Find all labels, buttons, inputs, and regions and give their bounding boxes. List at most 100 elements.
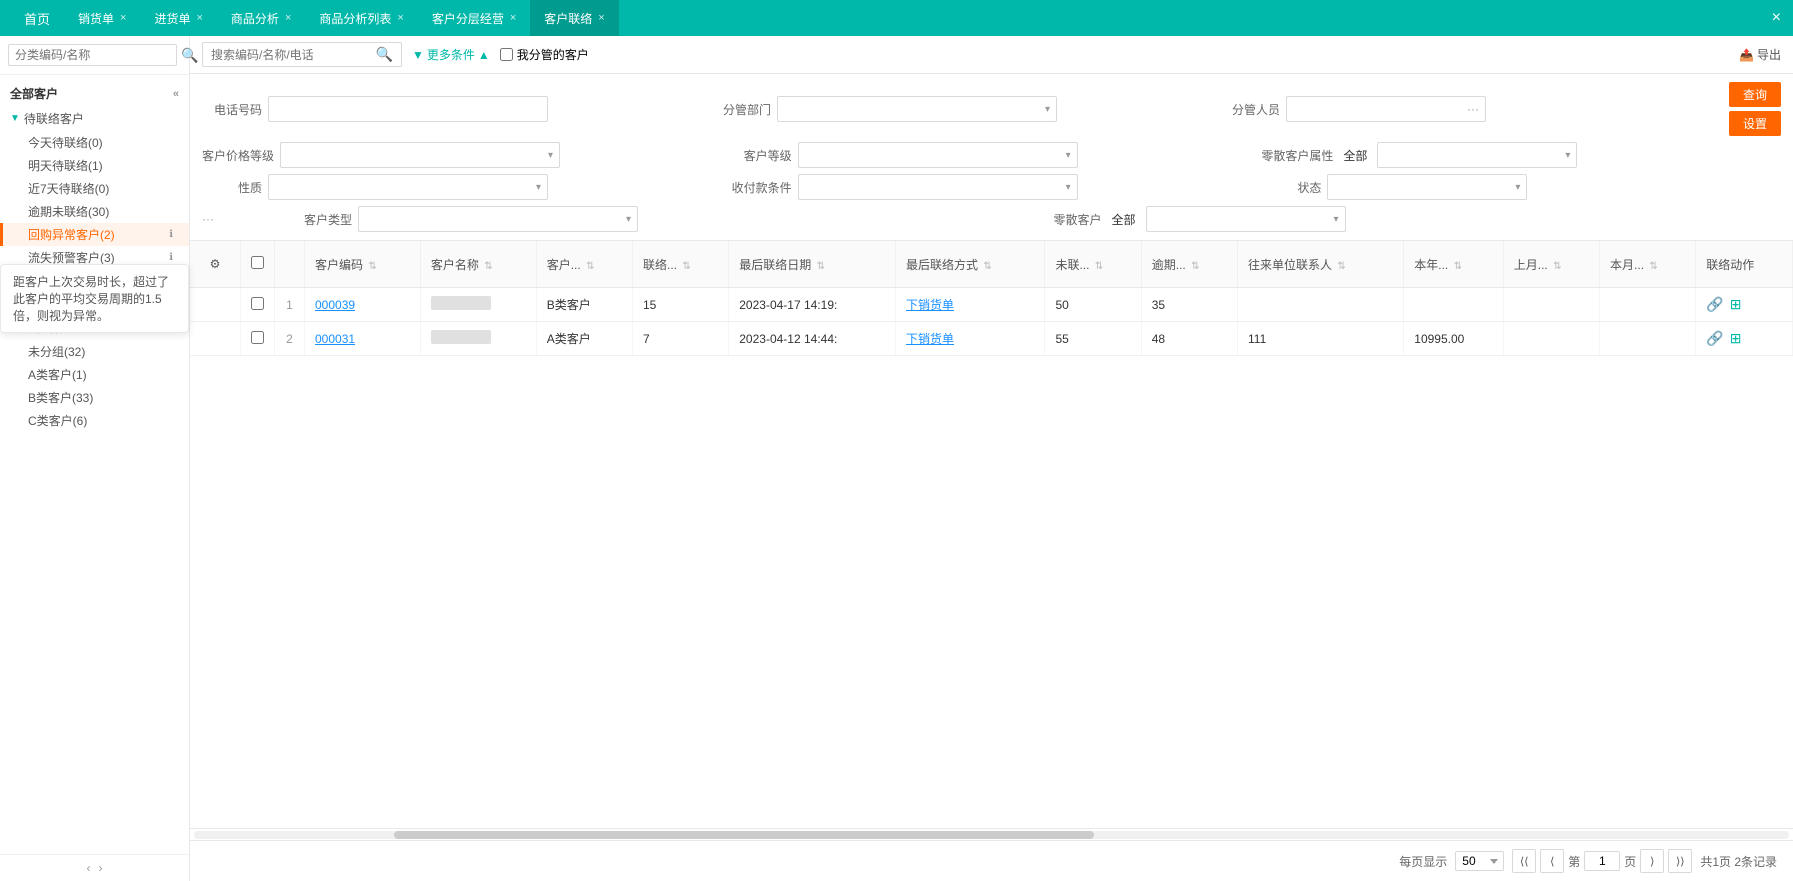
all-customers-header[interactable]: 全部客户 « xyxy=(0,81,189,106)
close-sales-tab[interactable]: × xyxy=(120,12,126,24)
sidebar-next-icon[interactable]: › xyxy=(99,861,103,875)
row2-grid-action[interactable]: ⊞ xyxy=(1730,330,1742,347)
row2-last-method-link[interactable]: 下销货单 xyxy=(906,332,954,346)
main-search-input[interactable] xyxy=(211,48,376,62)
last-method-sort-icon: ⇅ xyxy=(983,261,991,272)
last-page-button[interactable]: ⟩⟩ xyxy=(1668,849,1692,873)
sidebar-item-ungroup[interactable]: 未分组(32) xyxy=(0,340,189,363)
customer-type-select[interactable]: ▾ xyxy=(358,206,638,232)
col-check[interactable] xyxy=(241,241,275,288)
dept-select[interactable]: ▾ xyxy=(777,96,1057,122)
sidebar-item-c-class[interactable]: C类客户(6) xyxy=(0,409,189,432)
row2-last-method[interactable]: 下销货单 xyxy=(896,322,1045,356)
first-page-button[interactable]: ⟨⟨ xyxy=(1512,849,1536,873)
retail-attr-select[interactable]: ▾ xyxy=(1377,142,1577,168)
status-select[interactable]: ▾ xyxy=(1327,174,1527,200)
page-number-input[interactable] xyxy=(1584,851,1620,871)
row2-check-cell[interactable] xyxy=(241,322,275,356)
sidebar-item-7days[interactable]: 近7天待联络(0) xyxy=(0,177,189,200)
sidebar-search-icon[interactable]: 🔍 xyxy=(181,47,198,64)
scrollbar-thumb[interactable] xyxy=(394,831,1094,839)
manager-select[interactable]: ··· xyxy=(1286,96,1486,122)
row2-code[interactable]: 000031 xyxy=(305,322,421,356)
sidebar-item-tomorrow[interactable]: 明天待联络(1) xyxy=(0,154,189,177)
nature-select[interactable]: ▾ xyxy=(268,174,548,200)
repurchase-info-icon: ℹ xyxy=(169,229,173,240)
horizontal-scrollbar[interactable] xyxy=(190,828,1793,840)
retail-customer-select[interactable]: ▾ xyxy=(1146,206,1346,232)
sidebar-prev-icon[interactable]: ‹ xyxy=(87,861,91,875)
sidebar-bottom-nav: ‹ › xyxy=(0,854,189,881)
nav-customer-tier[interactable]: 客户分层经营 × xyxy=(418,0,530,36)
col-num xyxy=(275,241,305,288)
more-filter-button[interactable]: ▼ 更多条件 ▲ xyxy=(412,46,490,63)
col-this-year[interactable]: 本年... ⇅ xyxy=(1404,241,1504,288)
my-customer-checkbox-wrap[interactable]: 我分管的客户 xyxy=(500,46,589,63)
nav-home[interactable]: 首页 xyxy=(10,0,64,36)
col-this-month[interactable]: 本月... ⇅ xyxy=(1600,241,1696,288)
col-overdue[interactable]: 逾期... ⇅ xyxy=(1141,241,1237,288)
expand-filters-dots[interactable]: ··· xyxy=(202,212,214,226)
manager-label: 分管人员 xyxy=(1220,101,1280,118)
row1-checkbox[interactable] xyxy=(251,297,264,310)
close-product-list-tab[interactable]: × xyxy=(397,12,403,24)
settings-button[interactable]: 设置 xyxy=(1729,111,1781,136)
col-contact[interactable]: 联络... ⇅ xyxy=(632,241,728,288)
customer-level-select[interactable]: ▾ xyxy=(798,142,1078,168)
col-last-month[interactable]: 上月... ⇅ xyxy=(1503,241,1599,288)
col-name[interactable]: 客户名称 ⇅ xyxy=(420,241,536,288)
next-page-button[interactable]: ⟩ xyxy=(1640,849,1664,873)
manager-select-dots[interactable]: ··· xyxy=(1467,102,1479,116)
row2-link-action[interactable]: 🔗 xyxy=(1706,330,1723,347)
sidebar-item-a-class[interactable]: A类客户(1) xyxy=(0,363,189,386)
price-level-select[interactable]: ▾ xyxy=(280,142,560,168)
close-product-analysis-tab[interactable]: × xyxy=(285,12,291,24)
nav-sales[interactable]: 销货单 × xyxy=(64,0,140,36)
collapse-sidebar-icon[interactable]: « xyxy=(173,88,179,100)
scrollbar-track[interactable] xyxy=(194,831,1789,839)
row2-code-link[interactable]: 000031 xyxy=(315,332,355,346)
sidebar-item-today[interactable]: 今天待联络(0) xyxy=(0,131,189,154)
nav-purchase[interactable]: 进货单 × xyxy=(140,0,216,36)
col-settings[interactable]: ⚙ xyxy=(190,241,241,288)
row1-last-method-link[interactable]: 下销货单 xyxy=(906,298,954,312)
category-search-input[interactable] xyxy=(8,44,177,66)
close-customer-tier-tab[interactable]: × xyxy=(510,12,516,24)
per-page-select[interactable]: 50 20 100 xyxy=(1455,851,1504,871)
page-suffix: 页 xyxy=(1624,853,1636,870)
my-customer-checkbox[interactable] xyxy=(500,48,513,61)
col-contacts[interactable]: 往来单位联系人 ⇅ xyxy=(1238,241,1404,288)
select-all-checkbox[interactable] xyxy=(251,256,264,269)
nav-product-list[interactable]: 商品分析列表 × xyxy=(305,0,417,36)
name-sort-icon: ⇅ xyxy=(484,261,492,272)
payment-select[interactable]: ▾ xyxy=(798,174,1078,200)
row2-checkbox[interactable] xyxy=(251,331,264,344)
row1-grid-action[interactable]: ⊞ xyxy=(1730,296,1742,313)
row1-link-action[interactable]: 🔗 xyxy=(1706,296,1723,313)
export-button[interactable]: 📤 导出 xyxy=(1739,46,1781,63)
col-code[interactable]: 客户编码 ⇅ xyxy=(305,241,421,288)
row1-check-cell[interactable] xyxy=(241,288,275,322)
nav-customer-contact[interactable]: 客户联络 × xyxy=(530,0,618,36)
row1-code[interactable]: 000039 xyxy=(305,288,421,322)
nav-product-analysis[interactable]: 商品分析 × xyxy=(217,0,305,36)
col-type[interactable]: 客户... ⇅ xyxy=(536,241,632,288)
sidebar-item-overdue[interactable]: 逾期未联络(30) xyxy=(0,200,189,223)
row1-unreached: 50 xyxy=(1045,288,1141,322)
row1-last-method[interactable]: 下销货单 xyxy=(896,288,1045,322)
phone-input[interactable] xyxy=(268,96,548,122)
col-last-date[interactable]: 最后联络日期 ⇅ xyxy=(729,241,896,288)
window-close-icon[interactable]: × xyxy=(1772,9,1781,27)
close-purchase-tab[interactable]: × xyxy=(196,12,202,24)
content-area: 🔍 ▼ 更多条件 ▲ 我分管的客户 📤 导出 xyxy=(190,36,1793,881)
sidebar-item-repurchase-abnormal[interactable]: 回购异常客户(2) ℹ xyxy=(0,223,189,246)
col-unreached[interactable]: 未联... ⇅ xyxy=(1045,241,1141,288)
sidebar-item-b-class[interactable]: B类客户(33) xyxy=(0,386,189,409)
close-customer-contact-tab[interactable]: × xyxy=(598,12,604,24)
row1-code-link[interactable]: 000039 xyxy=(315,298,355,312)
col-last-method[interactable]: 最后联络方式 ⇅ xyxy=(896,241,1045,288)
prev-page-button[interactable]: ⟨ xyxy=(1540,849,1564,873)
query-button[interactable]: 查询 xyxy=(1729,82,1781,107)
repurchase-abnormal-label: 回购异常客户(2) xyxy=(28,226,169,243)
waiting-contact-section[interactable]: ▼ 待联络客户 xyxy=(0,106,189,131)
